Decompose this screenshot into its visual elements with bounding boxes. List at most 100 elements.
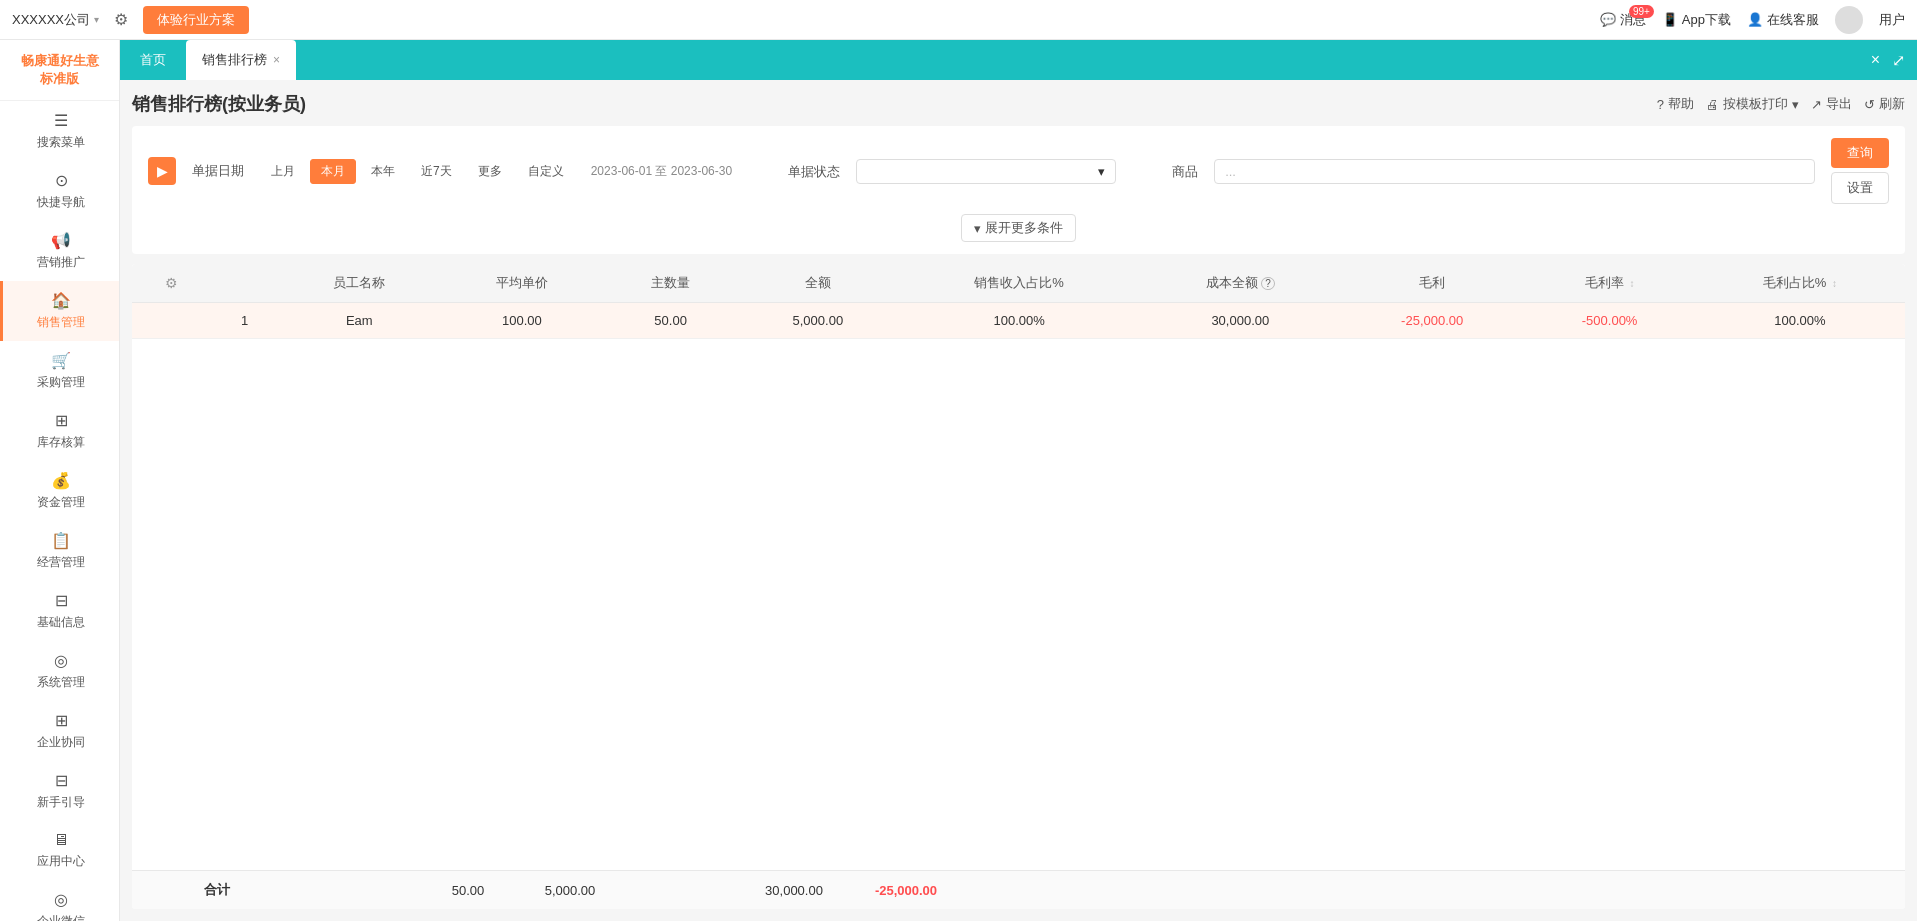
date-tab-more[interactable]: 更多 <box>467 159 513 184</box>
message-button[interactable]: 💬 消息 99+ <box>1600 11 1646 29</box>
goods-input[interactable]: ... <box>1214 159 1815 184</box>
online-service-label: 在线客服 <box>1767 11 1819 29</box>
quick-nav-icon: ⊙ <box>55 171 68 190</box>
sidebar-label-quick-nav: 快捷导航 <box>37 194 85 211</box>
help-button[interactable]: ? 帮助 <box>1657 95 1694 113</box>
gross-rate-sort-icon[interactable]: ↕ <box>1629 278 1634 289</box>
sidebar-label-operations: 经营管理 <box>37 554 85 571</box>
table-container: ⚙ 员工名称 平均单价 主数量 全额 销售收入占比% 成本全额 ? <box>132 264 1905 909</box>
topbar-settings-button[interactable]: ⚙ <box>107 6 135 34</box>
refresh-button[interactable]: ↺ 刷新 <box>1864 95 1905 113</box>
sidebar-item-sales[interactable]: 🏠 销售管理 <box>0 281 119 341</box>
table-settings-icon[interactable]: ⚙ <box>165 275 178 291</box>
expand-conditions-button[interactable]: ▾ 展开更多条件 <box>961 214 1076 242</box>
username: 用户 <box>1879 11 1905 29</box>
goods-filter-group: 商品 <box>1172 162 1198 181</box>
sidebar-item-app-center[interactable]: 🖥 应用中心 <box>0 821 119 880</box>
expand-icon: ▾ <box>974 221 981 236</box>
col-total-amount: 全额 <box>738 264 898 303</box>
sidebar-item-inventory[interactable]: ⊞ 库存核算 <box>0 401 119 461</box>
date-tab-last-month[interactable]: 上月 <box>260 159 306 184</box>
table-header-row: ⚙ 员工名称 平均单价 主数量 全额 销售收入占比% 成本全额 ? <box>132 264 1905 303</box>
sidebar-item-quick-nav[interactable]: ⊙ 快捷导航 <box>0 161 119 221</box>
col-gross-profit: 毛利 <box>1340 264 1524 303</box>
search-menu-icon: ☰ <box>54 111 68 130</box>
cell-total-amount: 5,000.00 <box>738 303 898 339</box>
tab-bar: 首页 销售排行榜 × × ⤢ <box>120 40 1917 80</box>
sidebar-item-search[interactable]: ☰ 搜索菜单 <box>0 101 119 161</box>
print-button[interactable]: 🖨 按模板打印 ▾ <box>1706 95 1799 113</box>
tab-bar-right: × ⤢ <box>1871 51 1917 70</box>
page-title: 销售排行榜(按业务员) <box>132 92 306 116</box>
topbar-right: 💬 消息 99+ 📱 App下载 👤 在线客服 用户 <box>1600 6 1905 34</box>
filter-row-1: ▶ 单据日期 上月 本月 本年 近7天 更多 自定义 2023-06-01 至 … <box>148 138 1889 204</box>
filter-bar: ▶ 单据日期 上月 本月 本年 近7天 更多 自定义 2023-06-01 至 … <box>132 126 1905 254</box>
settings-button[interactable]: 设置 <box>1831 172 1889 204</box>
query-button[interactable]: 查询 <box>1831 138 1889 168</box>
sidebar-item-guide[interactable]: ⊟ 新手引导 <box>0 761 119 821</box>
refresh-icon: ↺ <box>1864 97 1875 112</box>
sidebar-item-system[interactable]: ◎ 系统管理 <box>0 641 119 701</box>
sidebar-label-finance: 资金管理 <box>37 494 85 511</box>
col-main-qty: 主数量 <box>603 264 738 303</box>
page-actions: ? 帮助 🖨 按模板打印 ▾ ↗ 导出 ↺ 刷新 <box>1657 95 1905 113</box>
sidebar-item-wechat[interactable]: ◎ 企业微信 <box>0 880 119 921</box>
col-cost-amount: 成本全额 ? <box>1141 264 1340 303</box>
finance-icon: 💰 <box>51 471 71 490</box>
sidebar-label-marketing: 营销推广 <box>37 254 85 271</box>
date-tab-custom[interactable]: 自定义 <box>517 159 575 184</box>
col-employee-name: 员工名称 <box>278 264 441 303</box>
sidebar-label-purchase: 采购管理 <box>37 374 85 391</box>
status-label: 单据状态 <box>788 164 840 179</box>
sidebar-label-system: 系统管理 <box>37 674 85 691</box>
date-tab-this-year[interactable]: 本年 <box>360 159 406 184</box>
trial-button[interactable]: 体验行业方案 <box>143 6 249 34</box>
col-gross-pct: 毛利占比% ↕ <box>1695 264 1905 303</box>
sidebar-label-app-center: 应用中心 <box>37 853 85 870</box>
sales-icon: 🏠 <box>51 291 71 310</box>
col-sales-income-pct: 销售收入占比% <box>898 264 1141 303</box>
avatar[interactable] <box>1835 6 1863 34</box>
sidebar-item-marketing[interactable]: 📢 营销推广 <box>0 221 119 281</box>
tab-close-icon[interactable]: × <box>273 53 280 67</box>
app-download-button[interactable]: 📱 App下载 <box>1662 11 1731 29</box>
purchase-icon: 🛒 <box>51 351 71 370</box>
gross-pct-sort-icon[interactable]: ↕ <box>1832 278 1837 289</box>
table-row: 1 Eam 100.00 50.00 5,000.00 100.00% 30,0… <box>132 303 1905 339</box>
date-label: 单据日期 <box>192 162 244 180</box>
enterprise-icon: ⊞ <box>55 711 68 730</box>
filter-toggle-button[interactable]: ▶ <box>148 157 176 185</box>
status-select[interactable]: ▾ <box>856 159 1116 184</box>
status-chevron-icon: ▾ <box>1098 164 1105 179</box>
company-selector[interactable]: XXXXXX公司 ▾ <box>12 11 99 29</box>
status-filter-group: 单据状态 <box>788 162 840 181</box>
tab-maximize-icon[interactable]: ⤢ <box>1892 51 1905 70</box>
sidebar-item-base-info[interactable]: ⊟ 基础信息 <box>0 581 119 641</box>
online-service-button[interactable]: 👤 在线客服 <box>1747 11 1819 29</box>
tab-minimize-icon[interactable]: × <box>1871 51 1880 69</box>
table-head: ⚙ 员工名称 平均单价 主数量 全额 销售收入占比% 成本全额 ? <box>132 264 1905 303</box>
table-empty-space <box>132 339 1905 870</box>
sidebar-label-wechat: 企业微信 <box>37 913 85 921</box>
sidebar-item-purchase[interactable]: 🛒 采购管理 <box>0 341 119 401</box>
export-button[interactable]: ↗ 导出 <box>1811 95 1852 113</box>
date-tab-this-month[interactable]: 本月 <box>310 159 356 184</box>
sidebar-item-operations[interactable]: 📋 经营管理 <box>0 521 119 581</box>
sidebar-label-inventory: 库存核算 <box>37 434 85 451</box>
col-settings[interactable]: ⚙ <box>132 264 211 303</box>
date-tab-7days[interactable]: 近7天 <box>410 159 463 184</box>
sidebar-item-finance[interactable]: 💰 资金管理 <box>0 461 119 521</box>
table-body: 1 Eam 100.00 50.00 5,000.00 100.00% 30,0… <box>132 303 1905 339</box>
tab-home[interactable]: 首页 <box>120 40 186 80</box>
tab-sales-ranking[interactable]: 销售排行榜 × <box>186 40 296 80</box>
cell-sales-income-pct: 100.00% <box>898 303 1141 339</box>
cost-info-icon[interactable]: ? <box>1261 277 1275 290</box>
sidebar-label-base-info: 基础信息 <box>37 614 85 631</box>
guide-icon: ⊟ <box>55 771 68 790</box>
sidebar-label-search: 搜索菜单 <box>37 134 85 151</box>
sidebar-item-enterprise[interactable]: ⊞ 企业协同 <box>0 701 119 761</box>
app-download-label: App下载 <box>1682 11 1731 29</box>
cell-gross-profit: -25,000.00 <box>1340 303 1524 339</box>
data-table: ⚙ 员工名称 平均单价 主数量 全额 销售收入占比% 成本全额 ? <box>132 264 1905 339</box>
company-name: XXXXXX公司 <box>12 11 90 29</box>
